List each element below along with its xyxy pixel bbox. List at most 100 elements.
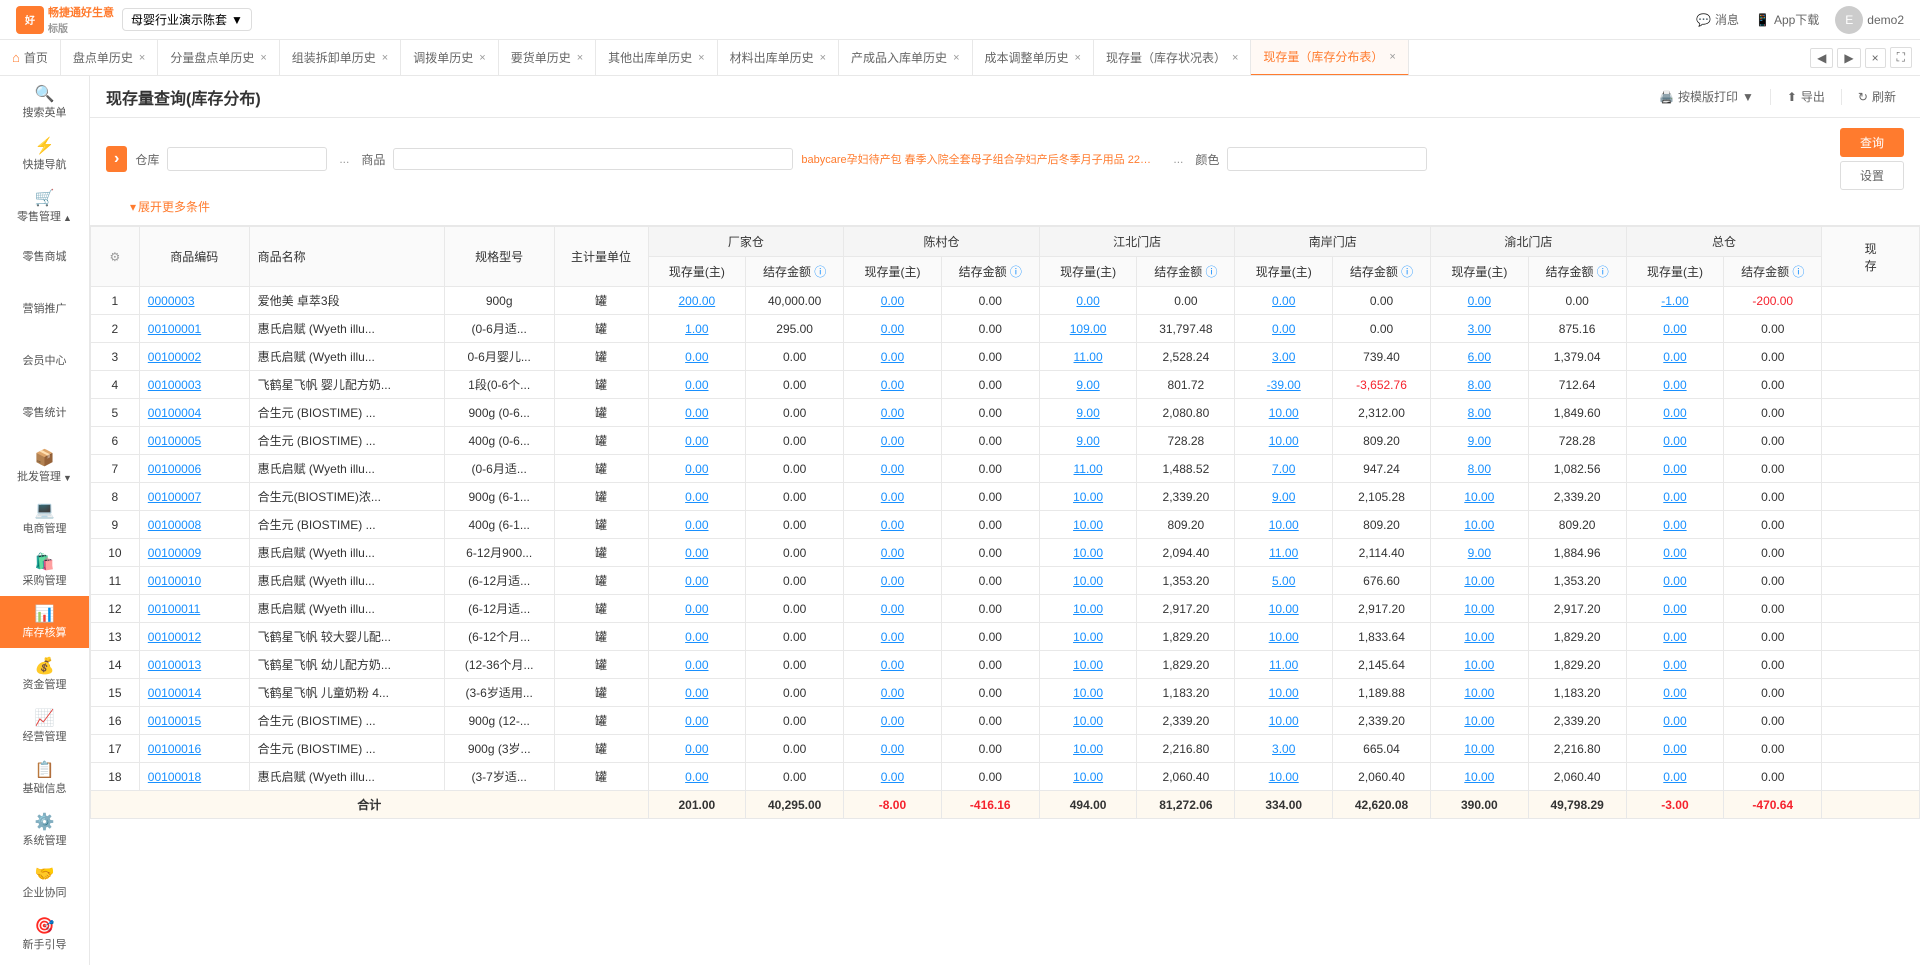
cell-factory-cur: 0.00 — [648, 427, 746, 455]
tab-product-inbound[interactable]: 产成品入库单历史 × — [839, 40, 972, 76]
tab-next-btn[interactable]: ▶ — [1837, 48, 1860, 68]
cell-name: 合生元 (BIOSTIME) ... — [249, 427, 444, 455]
tab-assembly[interactable]: 组装拆卸单历史 × — [280, 40, 401, 76]
gear-icon[interactable]: ⚙ — [110, 250, 121, 264]
tab-stock-status[interactable]: 现存量（库存状况表） × — [1094, 40, 1251, 76]
warehouse-input[interactable] — [167, 147, 327, 171]
th-unit: 主计量单位 — [554, 227, 648, 287]
tab-close-icon[interactable]: × — [260, 52, 266, 64]
cell-chenpu-bal: 0.00 — [941, 455, 1039, 483]
content-area: 现存量查询(库存分布) 🖨️ 按模版打印 ▼ ⬆ 导出 ↻ 刷新 — [90, 76, 1920, 965]
cell-name: 合生元 (BIOSTIME) ... — [249, 735, 444, 763]
sidebar-item-inventory[interactable]: 📊 库存核算 — [0, 596, 89, 648]
tab-material-outbound[interactable]: 材料出库单历史 × — [718, 40, 839, 76]
cell-factory-bal: 0.00 — [746, 735, 844, 763]
home-icon: ⌂ — [12, 50, 20, 65]
tab-prev-btn[interactable]: ◀ — [1810, 48, 1833, 68]
cell-jiangbei-cur: 10.00 — [1039, 511, 1137, 539]
cell-no: 11 — [91, 567, 140, 595]
cell-nanan-cur: 11.00 — [1235, 651, 1333, 679]
tab-order[interactable]: 要货单历史 × — [499, 40, 596, 76]
cell-factory-bal: 0.00 — [746, 707, 844, 735]
cell-extra — [1822, 511, 1920, 539]
cell-total-bal: 0.00 — [1724, 343, 1822, 371]
tab-close-icon[interactable]: × — [1075, 52, 1081, 64]
sidebar-item-retail-manage[interactable]: 🛒 零售管理 ▲ — [0, 180, 89, 232]
tab-close-icon[interactable]: × — [479, 52, 485, 64]
tab-close-all-btn[interactable]: × — [1865, 48, 1886, 68]
cell-nanan-bal: 2,312.00 — [1333, 399, 1431, 427]
sidebar-item-marketing[interactable]: 营销推广 — [0, 284, 89, 336]
tab-maximize-btn[interactable]: ⛶ — [1890, 47, 1912, 68]
cell-extra — [1822, 623, 1920, 651]
color-input[interactable] — [1227, 147, 1427, 171]
cell-code: 00100014 — [139, 679, 249, 707]
product-more-btn[interactable]: ... — [1173, 152, 1183, 166]
table-row: 10 00100009 惠氏启赋 (Wyeth illu... 6-12月900… — [91, 539, 1920, 567]
refresh-btn[interactable]: ↻ 刷新 — [1850, 84, 1904, 109]
sidebar-item-basic-info[interactable]: 📋 基础信息 — [0, 752, 89, 804]
cell-total-bal: 0.00 — [1724, 707, 1822, 735]
product-input[interactable] — [393, 148, 793, 170]
app-download-btn[interactable]: 📱 App下载 — [1755, 11, 1819, 28]
sidebar-item-finance[interactable]: 💰 资金管理 — [0, 648, 89, 700]
sidebar-item-system[interactable]: ⚙️ 系统管理 — [0, 804, 89, 856]
sidebar-item-member[interactable]: 会员中心 — [0, 336, 89, 388]
tab-close-icon[interactable]: × — [1232, 52, 1238, 64]
th-jiangbei-store: 江北门店 — [1039, 227, 1235, 257]
cell-jiangbei-cur: 10.00 — [1039, 679, 1137, 707]
export-btn[interactable]: ⬆ 导出 — [1779, 84, 1833, 109]
tab-close-icon[interactable]: × — [698, 52, 704, 64]
sidebar-item-retail-stats[interactable]: 零售统计 — [0, 388, 89, 440]
cell-total-bal: 0.00 — [1724, 651, 1822, 679]
cell-no: 7 — [91, 455, 140, 483]
sidebar-item-guide[interactable]: 🎯 新手引导 — [0, 908, 89, 960]
expand-filter-btn[interactable]: › — [106, 146, 127, 172]
cell-nanan-bal: 2,114.40 — [1333, 539, 1431, 567]
company-selector[interactable]: 母婴行业演示陈套 ▼ — [122, 8, 252, 31]
warehouse-more-btn[interactable]: ... — [339, 152, 349, 166]
print-btn[interactable]: 🖨️ 按模版打印 ▼ — [1651, 84, 1762, 109]
tab-close-icon[interactable]: × — [1389, 51, 1395, 63]
sidebar-item-wholesale[interactable]: 📦 批发管理 ▼ — [0, 440, 89, 492]
cell-name: 飞鹤星飞帆 婴儿配方奶... — [249, 371, 444, 399]
sidebar-item-collaboration[interactable]: 🤝 企业协同 — [0, 856, 89, 908]
sidebar-item-ecommerce[interactable]: 💻 电商管理 — [0, 492, 89, 544]
tab-close-icon[interactable]: × — [139, 52, 145, 64]
cell-chenpu-bal: 0.00 — [941, 735, 1039, 763]
cell-spec: (6-12月适... — [444, 567, 554, 595]
tab-close-icon[interactable]: × — [820, 52, 826, 64]
query-btn[interactable]: 查询 — [1840, 128, 1904, 157]
tab-close-icon[interactable]: × — [953, 52, 959, 64]
cell-unit: 罐 — [554, 427, 648, 455]
cell-nanan-cur: 10.00 — [1235, 511, 1333, 539]
sidebar-item-search[interactable]: 🔍 搜索英单 — [0, 76, 89, 128]
sidebar-item-quicknav[interactable]: ⚡ 快捷导航 — [0, 128, 89, 180]
tab-partial-check[interactable]: 分量盘点单历史 × — [158, 40, 279, 76]
cell-name: 飞鹤星飞帆 较大婴儿配... — [249, 623, 444, 651]
cell-yubei-bal: 1,379.04 — [1528, 343, 1626, 371]
cell-no: 10 — [91, 539, 140, 567]
sidebar-item-retail-mall[interactable]: 零售商城 — [0, 232, 89, 284]
sidebar-item-purchase[interactable]: 🛍️ 采购管理 — [0, 544, 89, 596]
tab-close-icon[interactable]: × — [382, 52, 388, 64]
cell-unit: 罐 — [554, 679, 648, 707]
tab-transfer[interactable]: 调拨单历史 × — [401, 40, 498, 76]
user-avatar-btn[interactable]: E demo2 — [1835, 6, 1904, 34]
tab-home[interactable]: ⌂ 首页 — [0, 40, 61, 76]
setting-btn[interactable]: 设置 — [1840, 161, 1904, 190]
tab-other-outbound[interactable]: 其他出库单历史 × — [596, 40, 717, 76]
expand-conditions-btn[interactable]: ▾ 展开更多条件 — [130, 198, 210, 215]
tab-close-icon[interactable]: × — [577, 52, 583, 64]
tab-stock-distribution[interactable]: 现存量（库存分布表） × — [1251, 40, 1408, 76]
cell-yubei-bal: 1,353.20 — [1528, 567, 1626, 595]
messages-btn[interactable]: 💬 消息 — [1696, 11, 1739, 28]
cell-jiangbei-bal: 2,917.20 — [1137, 595, 1235, 623]
tab-inventory-check[interactable]: 盘点单历史 × — [61, 40, 158, 76]
cell-extra — [1822, 735, 1920, 763]
sidebar-item-app-center[interactable]: 📱 应用中心 — [0, 960, 89, 965]
tab-cost-adjust[interactable]: 成本调整单历史 × — [973, 40, 1094, 76]
logo-text: 畅捷通好生意 标版 — [48, 4, 114, 35]
cell-yubei-cur: 8.00 — [1431, 399, 1529, 427]
sidebar-item-operations[interactable]: 📈 经营管理 — [0, 700, 89, 752]
